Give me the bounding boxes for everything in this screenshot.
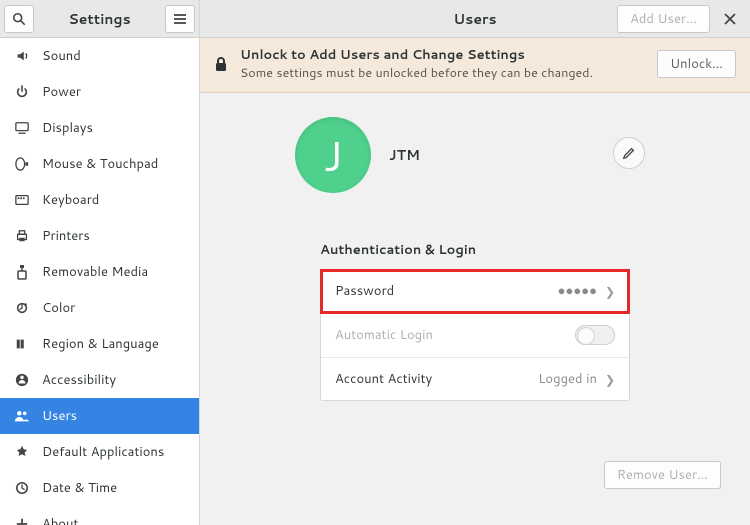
sidebar-item-label: Removable Media: [42, 263, 148, 281]
main-panel: Users Add User… Unlock to Add Users and …: [200, 0, 750, 525]
sidebar-item-accessibility[interactable]: Accessibility: [0, 362, 199, 398]
sidebar-item-removable-media[interactable]: Removable Media: [0, 254, 199, 290]
sidebar-item-sound[interactable]: Sound: [0, 38, 199, 74]
close-icon: [724, 13, 736, 25]
color-icon: [14, 300, 30, 316]
default-apps-icon: [14, 444, 30, 460]
sidebar-item-mouse-touchpad[interactable]: Mouse & Touchpad: [0, 146, 199, 182]
auth-section: Authentication & Login Password ●●●●● ❯ …: [320, 241, 630, 401]
password-label: Password: [335, 282, 550, 300]
remove-user-button[interactable]: Remove User…: [604, 461, 721, 489]
sidebar-item-label: Displays: [42, 119, 93, 137]
avatar[interactable]: J: [295, 117, 371, 193]
account-activity-label: Account Activity: [335, 370, 530, 388]
keyboard-icon: [14, 192, 30, 208]
infobar-title: Unlock to Add Users and Change Settings: [240, 46, 645, 64]
region-icon: [14, 336, 30, 352]
sidebar-item-label: Power: [42, 83, 81, 101]
sidebar-item-label: Mouse & Touchpad: [42, 155, 158, 173]
hamburger-icon: [173, 13, 187, 25]
sidebar-item-label: About: [42, 515, 78, 525]
chevron-right-icon: ❯: [605, 283, 615, 300]
user-name: JTM: [389, 145, 420, 165]
sidebar-item-label: Default Applications: [42, 443, 164, 461]
automatic-login-row: Automatic Login: [321, 313, 629, 358]
sidebar-item-label: Color: [42, 299, 75, 317]
close-button[interactable]: [716, 5, 744, 33]
sidebar-item-keyboard[interactable]: Keyboard: [0, 182, 199, 218]
mouse-icon: [14, 156, 30, 172]
content-area: J JTM Authentication & Login Password ●●…: [200, 93, 750, 525]
about-icon: [14, 516, 30, 525]
accessibility-icon: [14, 372, 30, 388]
sidebar-item-about[interactable]: About: [0, 506, 199, 525]
search-button[interactable]: [4, 5, 34, 33]
sound-icon: [14, 48, 30, 64]
users-icon: [14, 408, 30, 424]
sidebar-item-label: Users: [42, 407, 77, 425]
search-icon: [12, 12, 26, 26]
auth-list: Password ●●●●● ❯ Automatic Login Account…: [320, 269, 630, 401]
removable-media-icon: [14, 264, 30, 280]
sidebar-item-printers[interactable]: Printers: [0, 218, 199, 254]
sidebar-item-date-time[interactable]: Date & Time: [0, 470, 199, 506]
sidebar-item-label: Accessibility: [42, 371, 116, 389]
auth-heading: Authentication & Login: [320, 241, 630, 259]
account-activity-row[interactable]: Account Activity Logged in ❯: [321, 358, 629, 400]
footer: Remove User…: [211, 401, 739, 489]
sidebar-item-default-applications[interactable]: Default Applications: [0, 434, 199, 470]
sidebar-item-power[interactable]: Power: [0, 74, 199, 110]
sidebar-item-color[interactable]: Color: [0, 290, 199, 326]
sidebar-item-region-language[interactable]: Region & Language: [0, 326, 199, 362]
automatic-login-toggle: [575, 325, 615, 345]
add-user-button[interactable]: Add User…: [617, 5, 710, 33]
edit-user-button[interactable]: [613, 137, 645, 169]
sidebar-item-displays[interactable]: Displays: [0, 110, 199, 146]
infobar-subtitle: Some settings must be unlocked before th…: [240, 64, 645, 82]
menu-button[interactable]: [165, 5, 195, 33]
datetime-icon: [14, 480, 30, 496]
sidebar-item-label: Sound: [42, 47, 81, 65]
chevron-right-icon: ❯: [605, 371, 615, 388]
sidebar-header: Settings: [0, 0, 199, 38]
sidebar-item-users[interactable]: Users: [0, 398, 199, 434]
sidebar-list: Sound Power Displays Mouse & Touchpad Keyboa…: [0, 38, 199, 525]
password-value: ●●●●●: [558, 282, 597, 300]
unlock-button[interactable]: Unlock…: [657, 50, 736, 78]
power-icon: [14, 84, 30, 100]
password-row[interactable]: Password ●●●●● ❯: [321, 270, 629, 313]
main-header: Users Add User…: [200, 0, 750, 38]
sidebar-title: Settings: [34, 9, 165, 29]
printers-icon: [14, 228, 30, 244]
sidebar-item-label: Printers: [42, 227, 90, 245]
lock-icon: [214, 56, 228, 72]
settings-sidebar: Settings Sound Power Displays Mouse & Touch…: [0, 0, 200, 525]
user-row: J JTM: [295, 117, 655, 193]
sidebar-item-label: Region & Language: [42, 335, 159, 353]
sidebar-item-label: Keyboard: [42, 191, 99, 209]
pencil-icon: [622, 146, 636, 160]
displays-icon: [14, 120, 30, 136]
sidebar-item-label: Date & Time: [42, 479, 117, 497]
automatic-login-label: Automatic Login: [335, 326, 567, 344]
account-activity-value: Logged in: [538, 370, 597, 388]
unlock-infobar: Unlock to Add Users and Change Settings …: [200, 38, 750, 93]
